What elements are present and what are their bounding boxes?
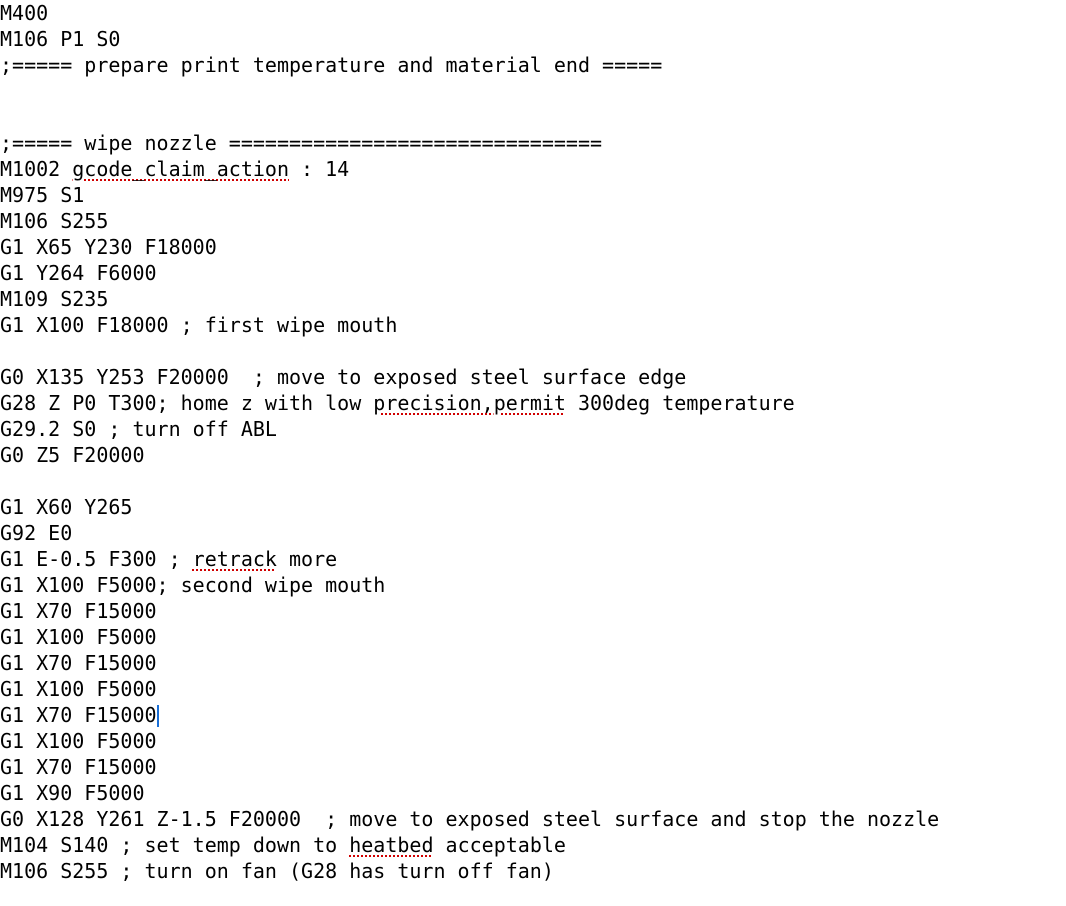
code-line: G28 Z P0 T300; home z with low precision…: [0, 391, 795, 415]
code-line: M106 S255 ; turn on fan (G28 has turn of…: [0, 859, 554, 883]
spellcheck-underline: heatbed: [349, 833, 433, 857]
code-line: ;===== wipe nozzle =====================…: [0, 131, 602, 155]
code-line: G0 X128 Y261 Z-1.5 F20000 ; move to expo…: [0, 807, 939, 831]
code-line: M109 S235: [0, 287, 108, 311]
code-line: G1 X100 F5000: [0, 729, 157, 753]
code-line: G1 X70 F15000: [0, 703, 159, 727]
spellcheck-underline: retrack: [193, 547, 277, 571]
code-line: G1 Y264 F6000: [0, 261, 157, 285]
code-line: G1 X70 F15000: [0, 651, 157, 675]
code-line: G1 X100 F5000: [0, 625, 157, 649]
code-line: M400: [0, 1, 48, 25]
text-cursor: [157, 705, 159, 727]
code-line: G1 X100 F5000; second wipe mouth: [0, 573, 385, 597]
code-line: G0 X135 Y253 F20000 ; move to exposed st…: [0, 365, 686, 389]
code-line: M104 S140 ; set temp down to heatbed acc…: [0, 833, 566, 857]
code-line: G0 Z5 F20000: [0, 443, 145, 467]
code-line: M975 S1: [0, 183, 84, 207]
code-line: G92 E0: [0, 521, 72, 545]
code-line: G1 X70 F15000: [0, 755, 157, 779]
code-line: G1 X100 F18000 ; first wipe mouth: [0, 313, 397, 337]
code-line: M1002 gcode_claim_action : 14: [0, 157, 349, 181]
spellcheck-underline: precision,permit: [373, 391, 566, 415]
code-line: G29.2 S0 ; turn off ABL: [0, 417, 277, 441]
gcode-text-block[interactable]: M400 M106 P1 S0 ;===== prepare print tem…: [0, 0, 1066, 884]
spellcheck-underline: gcode_claim_action: [72, 157, 289, 181]
code-line: G1 X60 Y265: [0, 495, 132, 519]
code-line: G1 X100 F5000: [0, 677, 157, 701]
code-line: M106 S255: [0, 209, 108, 233]
code-line: M106 P1 S0: [0, 27, 120, 51]
code-line: G1 X65 Y230 F18000: [0, 235, 217, 259]
code-line: G1 X70 F15000: [0, 599, 157, 623]
code-line: ;===== prepare print temperature and mat…: [0, 53, 662, 77]
code-line: G1 X90 F5000: [0, 781, 145, 805]
code-line: G1 E-0.5 F300 ; retrack more: [0, 547, 337, 571]
